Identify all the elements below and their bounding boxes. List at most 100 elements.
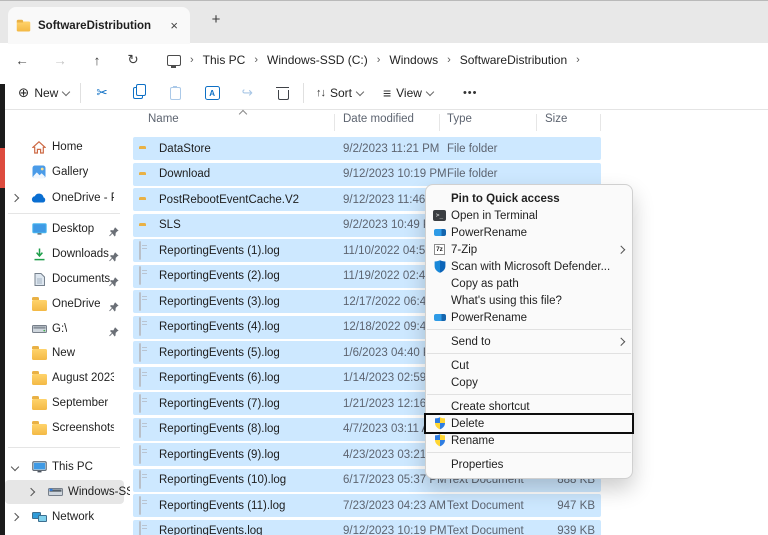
sidebar-item-label: G:\ bbox=[52, 323, 67, 335]
expand-chevron-icon[interactable] bbox=[11, 513, 19, 521]
menu-item-label: Send to bbox=[451, 336, 491, 348]
sort-label: Sort bbox=[330, 86, 352, 100]
file-date: 9/12/2023 10:19 PM bbox=[343, 168, 447, 180]
sidebar-item-gallery[interactable]: Gallery bbox=[5, 160, 124, 184]
menu-item-send-to[interactable]: Send to bbox=[426, 333, 632, 350]
document-icon bbox=[139, 318, 141, 336]
menu-item-whats-using-this-file[interactable]: What's using this file? bbox=[426, 292, 632, 309]
tab-close-icon[interactable]: × bbox=[166, 18, 182, 33]
more-options-icon[interactable]: ••• bbox=[463, 87, 478, 99]
sidebar-item-label: New bbox=[52, 347, 75, 359]
menu-item-label: Copy bbox=[451, 377, 478, 389]
desktop-monitor-icon[interactable] bbox=[167, 55, 181, 66]
file-date: 9/2/2023 11:21 PM bbox=[343, 143, 439, 155]
menu-item-label: Copy as path bbox=[451, 278, 519, 290]
sidebar-item-network[interactable]: Network bbox=[5, 505, 124, 529]
gallery-icon bbox=[31, 165, 47, 179]
document-icon bbox=[139, 242, 141, 260]
file-row[interactable]: DataStore 9/2/2023 11:21 PM File folder bbox=[133, 137, 601, 160]
file-type: Text Document bbox=[447, 525, 524, 535]
sort-button[interactable]: ↑↓ Sort bbox=[316, 86, 363, 100]
collapse-chevron-icon[interactable] bbox=[11, 463, 19, 471]
column-divider[interactable] bbox=[334, 114, 335, 131]
expand-chevron-icon[interactable] bbox=[27, 488, 35, 496]
sidebar-item-september[interactable]: September bbox=[5, 391, 124, 415]
file-name: DataStore bbox=[159, 143, 211, 155]
menu-item-label: Properties bbox=[451, 459, 503, 471]
document-icon bbox=[139, 522, 141, 535]
rename-icon[interactable]: A bbox=[205, 86, 220, 100]
breadcrumb-softwaredistribution[interactable]: SoftwareDistribution bbox=[460, 53, 567, 67]
new-button[interactable]: ⊕ New bbox=[18, 85, 69, 101]
sidebar-item-downloads[interactable]: Downloads bbox=[5, 242, 124, 266]
menu-item-label: Open in Terminal bbox=[451, 210, 538, 222]
sidebar-item-onedrive-personal[interactable]: OneDrive - Persona bbox=[5, 186, 124, 210]
menu-item-cut[interactable]: Cut bbox=[426, 357, 632, 374]
menu-item-delete[interactable]: Delete bbox=[426, 415, 632, 432]
column-divider[interactable] bbox=[536, 114, 537, 131]
expand-chevron-icon[interactable] bbox=[11, 194, 19, 202]
pin-icon bbox=[109, 249, 119, 267]
sidebar-item-documents[interactable]: Documents bbox=[5, 267, 124, 291]
cut-icon[interactable]: ✂ bbox=[96, 85, 107, 101]
menu-separator bbox=[427, 353, 631, 354]
menu-item-create-shortcut[interactable]: Create shortcut bbox=[426, 398, 632, 415]
folder-icon bbox=[31, 298, 47, 311]
pin-icon bbox=[109, 324, 119, 342]
file-name: ReportingEvents (7).log bbox=[159, 398, 280, 410]
sidebar-item-windows-ssd[interactable]: Windows-SSD (C: bbox=[5, 480, 124, 504]
menu-item-powerrename[interactable]: PowerRename bbox=[426, 224, 632, 241]
up-icon[interactable]: ↑ bbox=[85, 53, 109, 68]
menu-item-open-in-terminal[interactable]: >_ Open in Terminal bbox=[426, 207, 632, 224]
sidebar-item-august-2023[interactable]: August 2023 bbox=[5, 366, 124, 390]
menu-item-label: PowerRename bbox=[451, 227, 527, 239]
back-icon[interactable]: ← bbox=[10, 53, 34, 68]
sidebar-item-this-pc[interactable]: This PC bbox=[5, 455, 124, 479]
column-divider[interactable] bbox=[600, 114, 601, 131]
breadcrumb-windows-ssd[interactable]: Windows-SSD (C:) bbox=[267, 53, 368, 67]
column-divider[interactable] bbox=[439, 114, 440, 131]
sidebar-item-screenshots[interactable]: Screenshots bbox=[5, 416, 124, 440]
defender-shield-icon bbox=[432, 260, 447, 274]
file-row[interactable]: ReportingEvents (11).log 7/23/2023 04:23… bbox=[133, 494, 601, 517]
menu-item-label: Rename bbox=[451, 435, 494, 447]
file-row[interactable]: Download 9/12/2023 10:19 PM File folder bbox=[133, 163, 601, 186]
uac-shield-icon bbox=[432, 434, 447, 448]
sidebar-item-g-drive[interactable]: G:\ bbox=[5, 317, 124, 341]
menu-item-pin-to-quick-access[interactable]: Pin to Quick access bbox=[426, 190, 632, 207]
menu-item-rename[interactable]: Rename bbox=[426, 432, 632, 449]
menu-item-copy[interactable]: Copy bbox=[426, 374, 632, 391]
sidebar-item-label: Documents bbox=[52, 273, 110, 285]
downloads-icon bbox=[31, 248, 47, 261]
refresh-icon[interactable]: ↻ bbox=[121, 52, 145, 68]
file-row[interactable]: ReportingEvents.log 9/12/2023 10:19 PM T… bbox=[133, 520, 601, 535]
column-header-name[interactable]: Name bbox=[148, 113, 179, 125]
command-toolbar: ⊕ New ✂ A ↪ ↑↓ Sort ≡ View ••• bbox=[0, 77, 768, 110]
menu-item-label: Delete bbox=[451, 418, 484, 430]
menu-item-copy-as-path[interactable]: Copy as path bbox=[426, 275, 632, 292]
breadcrumb-this-pc[interactable]: This PC bbox=[203, 53, 246, 67]
sidebar-item-desktop[interactable]: Desktop bbox=[5, 217, 124, 241]
menu-item-powerrename-2[interactable]: PowerRename bbox=[426, 309, 632, 326]
sidebar-item-new[interactable]: New bbox=[5, 341, 124, 365]
menu-item-properties[interactable]: Properties bbox=[426, 456, 632, 473]
view-button[interactable]: ≡ View bbox=[383, 85, 433, 101]
sidebar-item-onedrive-folder[interactable]: OneDrive bbox=[5, 292, 124, 316]
breadcrumb-windows[interactable]: Windows bbox=[389, 53, 438, 67]
column-header-type[interactable]: Type bbox=[447, 113, 472, 125]
sidebar-divider bbox=[8, 213, 120, 214]
menu-item-7zip[interactable]: 7z 7-Zip bbox=[426, 241, 632, 258]
sidebar-item-home[interactable]: Home bbox=[5, 135, 124, 159]
column-header-size[interactable]: Size bbox=[545, 113, 567, 125]
copy-icon[interactable] bbox=[133, 87, 143, 99]
column-header-date[interactable]: Date modified bbox=[343, 113, 414, 125]
tab-softwaredistribution[interactable]: SoftwareDistribution × bbox=[8, 7, 190, 44]
menu-item-scan-with-defender[interactable]: Scan with Microsoft Defender... bbox=[426, 258, 632, 275]
sort-arrows-icon: ↑↓ bbox=[316, 87, 325, 99]
file-name: ReportingEvents (9).log bbox=[159, 449, 280, 461]
tab-bar: SoftwareDistribution × + bbox=[0, 1, 768, 44]
this-pc-icon bbox=[31, 461, 47, 473]
file-size: 947 KB bbox=[557, 500, 595, 512]
new-tab-button[interactable]: + bbox=[205, 11, 227, 28]
delete-trash-icon[interactable] bbox=[278, 90, 289, 100]
